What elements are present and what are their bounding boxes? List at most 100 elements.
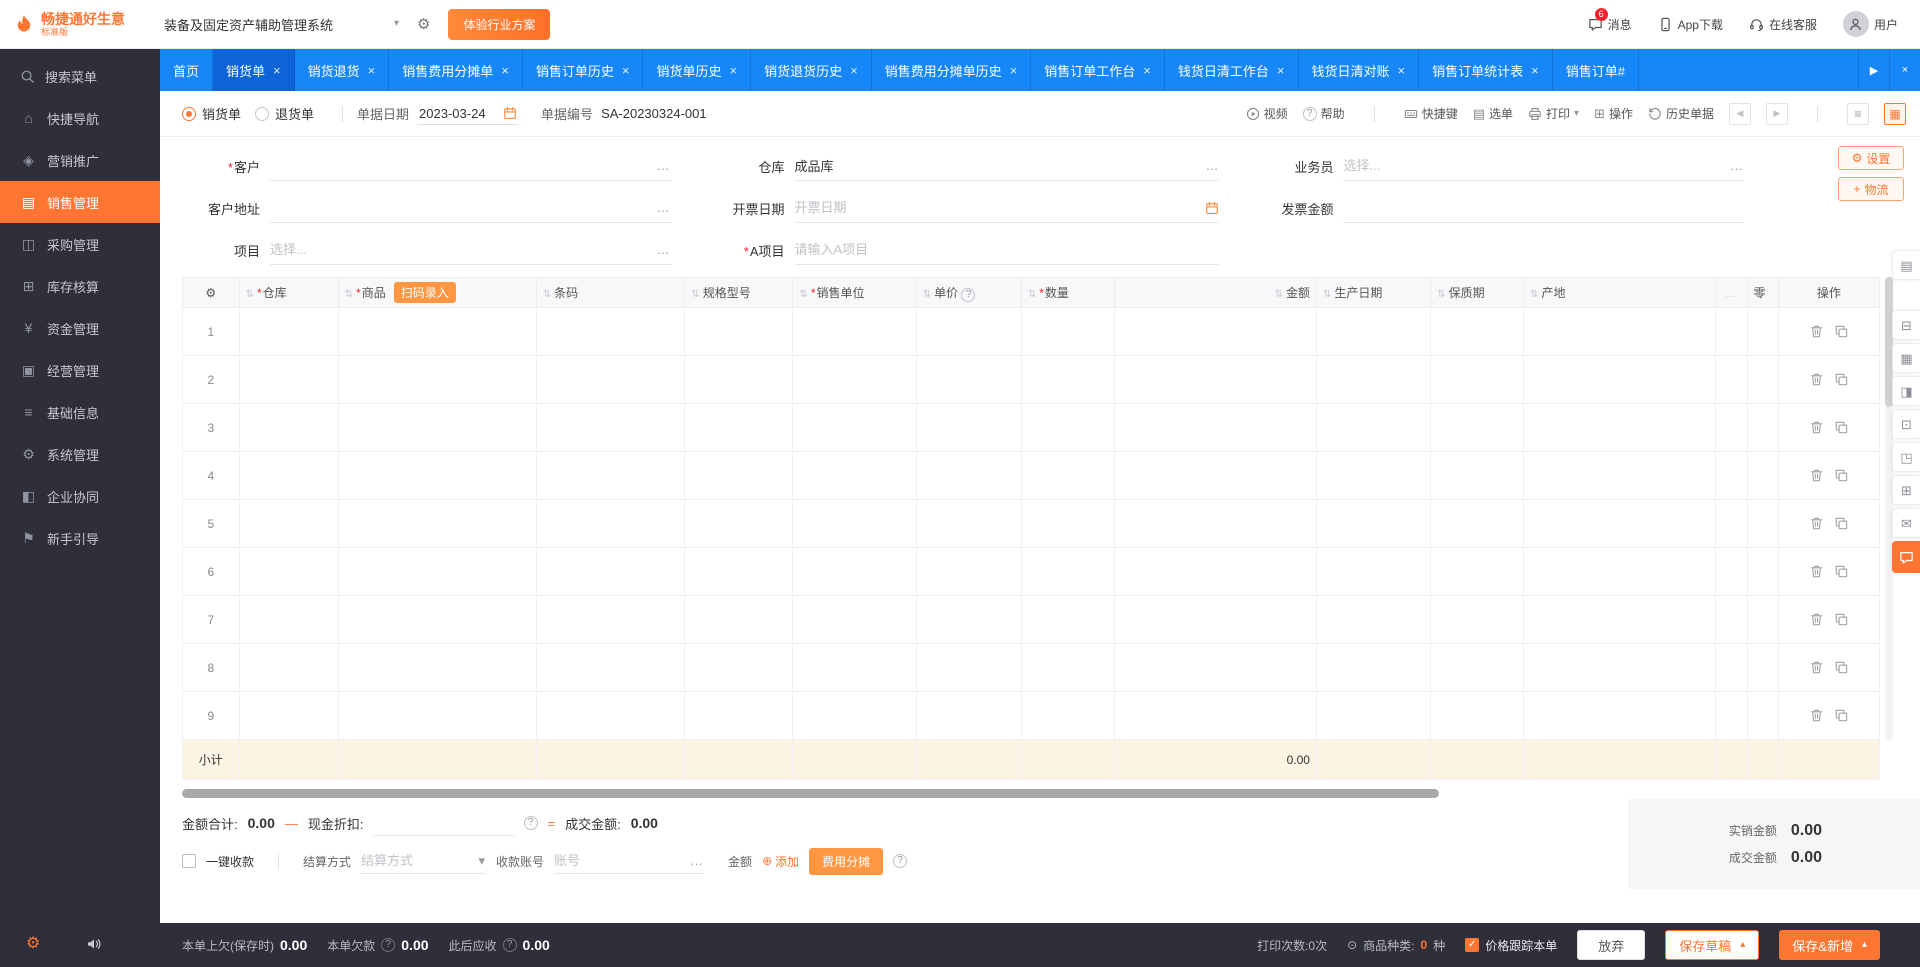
horizontal-scrollbar[interactable] xyxy=(182,789,1880,799)
sidebar-item-marketing[interactable]: ◈ 营销推广 xyxy=(0,139,160,181)
operations-button[interactable]: ⊞ 操作 xyxy=(1594,105,1633,122)
tab-item[interactable]: 销货单历史 × xyxy=(643,49,752,91)
grid-cell[interactable] xyxy=(535,403,686,452)
side-tool-button[interactable]: ⊟ xyxy=(1892,310,1920,340)
grid-cell[interactable] xyxy=(1746,595,1779,644)
grid-cell[interactable] xyxy=(1020,595,1115,644)
grid-cell[interactable] xyxy=(1315,499,1432,548)
copy-row-icon[interactable] xyxy=(1834,564,1849,579)
grid-cell[interactable] xyxy=(915,499,1022,548)
save-draft-button[interactable]: 保存草稿 ▴ xyxy=(1665,930,1760,960)
grid-cell[interactable] xyxy=(1430,691,1525,740)
delete-row-icon[interactable] xyxy=(1809,708,1824,723)
sort-icon[interactable]: ⇅ xyxy=(1323,289,1331,300)
copy-row-icon[interactable] xyxy=(1834,516,1849,531)
grid-cell[interactable] xyxy=(1430,643,1525,692)
chevron-down-icon[interactable]: ▾ xyxy=(479,854,487,867)
list-view-icon[interactable]: ≡ xyxy=(1847,102,1869,125)
doc-date-input[interactable] xyxy=(419,105,498,121)
grid-cell[interactable] xyxy=(792,547,917,596)
save-and-new-button[interactable]: 保存&新增 ▴ xyxy=(1779,930,1880,960)
copy-row-icon[interactable] xyxy=(1834,420,1849,435)
grid-cell[interactable] xyxy=(1020,307,1115,356)
grid-cell[interactable] xyxy=(238,691,339,740)
sidebar-item-purchase[interactable]: ◫ 采购管理 xyxy=(0,223,160,265)
grid-cell[interactable] xyxy=(1315,451,1432,500)
grid-cell[interactable] xyxy=(1020,499,1115,548)
horizontal-scrollbar-thumb[interactable] xyxy=(182,789,1439,798)
grid-cell[interactable] xyxy=(1715,451,1748,500)
grid-cell[interactable] xyxy=(1020,403,1115,452)
next-doc-icon[interactable]: ▶ xyxy=(1766,102,1788,125)
delete-row-icon[interactable] xyxy=(1809,612,1824,627)
logistics-button[interactable]: + 物流 xyxy=(1838,177,1904,201)
delete-row-icon[interactable] xyxy=(1809,324,1824,339)
tab-close-icon[interactable]: × xyxy=(1398,63,1406,78)
side-chat-button[interactable] xyxy=(1892,541,1920,573)
delete-row-icon[interactable] xyxy=(1809,420,1824,435)
delete-row-icon[interactable] xyxy=(1809,660,1824,675)
grid-cell[interactable] xyxy=(1746,547,1779,596)
grid-cell[interactable] xyxy=(337,355,537,404)
grid-cell[interactable] xyxy=(792,643,917,692)
delete-row-icon[interactable] xyxy=(1809,372,1824,387)
grid-cell[interactable] xyxy=(1523,547,1717,596)
grid-cell[interactable] xyxy=(1113,643,1317,692)
doc-number-input[interactable] xyxy=(601,106,734,121)
grid-cell[interactable] xyxy=(1020,547,1115,596)
sidebar-item-funds[interactable]: ¥ 资金管理 xyxy=(0,307,160,349)
grid-cell[interactable] xyxy=(1746,355,1779,404)
expense-share-button[interactable]: 费用分摊 xyxy=(809,847,884,875)
copy-row-icon[interactable] xyxy=(1834,660,1849,675)
sort-icon[interactable]: ⇅ xyxy=(246,289,254,300)
grid-cell[interactable] xyxy=(915,547,1022,596)
messages-button[interactable]: 6 消息 xyxy=(1588,7,1632,33)
tab-close-icon[interactable]: × xyxy=(729,63,737,78)
more-icon[interactable]: … xyxy=(1205,159,1219,172)
tab-item[interactable]: 销售订单工作台 × xyxy=(1031,49,1165,91)
grid-cell[interactable] xyxy=(1746,499,1779,548)
grid-cell[interactable] xyxy=(1020,643,1115,692)
grid-cell[interactable] xyxy=(238,595,339,644)
grid-cell[interactable] xyxy=(535,691,686,740)
side-tool-button[interactable]: ◳ xyxy=(1892,442,1920,472)
tab-close-icon[interactable]: × xyxy=(368,63,376,78)
price-track-checkbox[interactable]: ✓ xyxy=(1465,938,1480,952)
grid-cell[interactable] xyxy=(1315,547,1432,596)
grid-cell[interactable] xyxy=(337,499,537,548)
grid-cell[interactable] xyxy=(792,451,917,500)
invoice-date-input[interactable] xyxy=(794,200,1202,215)
grid-cell[interactable] xyxy=(337,307,537,356)
grid-cell[interactable] xyxy=(684,691,794,740)
grid-cell[interactable] xyxy=(1715,499,1748,548)
grid-cell[interactable] xyxy=(535,355,686,404)
grid-cell[interactable] xyxy=(1523,307,1717,356)
grid-cell[interactable] xyxy=(1715,691,1748,740)
grid-cell[interactable] xyxy=(915,451,1022,500)
grid-cell[interactable] xyxy=(1113,355,1317,404)
grid-cell[interactable] xyxy=(1430,355,1525,404)
grid-cell[interactable] xyxy=(1113,307,1317,356)
grid-cell[interactable] xyxy=(684,403,794,452)
grid-cell[interactable] xyxy=(337,643,537,692)
sort-icon[interactable]: ⇅ xyxy=(1275,289,1283,300)
cash-discount-input[interactable] xyxy=(373,815,514,830)
delete-row-icon[interactable] xyxy=(1809,564,1824,579)
grid-cell[interactable] xyxy=(1315,403,1432,452)
grid-cell[interactable] xyxy=(1430,451,1525,500)
tab-item[interactable]: 销售费用分摊单 × xyxy=(389,49,523,91)
grid-cell[interactable] xyxy=(1113,595,1317,644)
tab-close-icon[interactable]: × xyxy=(1010,63,1018,78)
grid-cell[interactable] xyxy=(1715,643,1748,692)
doc-type-sale-radio[interactable]: 销货单 xyxy=(182,104,241,123)
calendar-icon[interactable] xyxy=(1205,201,1219,215)
grid-cell[interactable] xyxy=(684,595,794,644)
add-receipt-button[interactable]: ⊕ 添加 xyxy=(762,853,799,870)
a-project-input[interactable] xyxy=(794,242,1202,257)
grid-cell[interactable] xyxy=(1523,403,1717,452)
copy-row-icon[interactable] xyxy=(1834,708,1849,723)
grid-cell[interactable] xyxy=(1746,403,1779,452)
grid-cell[interactable] xyxy=(915,643,1022,692)
sort-icon[interactable]: ⇅ xyxy=(1530,289,1538,300)
gear-icon[interactable]: ⚙ xyxy=(417,17,430,32)
